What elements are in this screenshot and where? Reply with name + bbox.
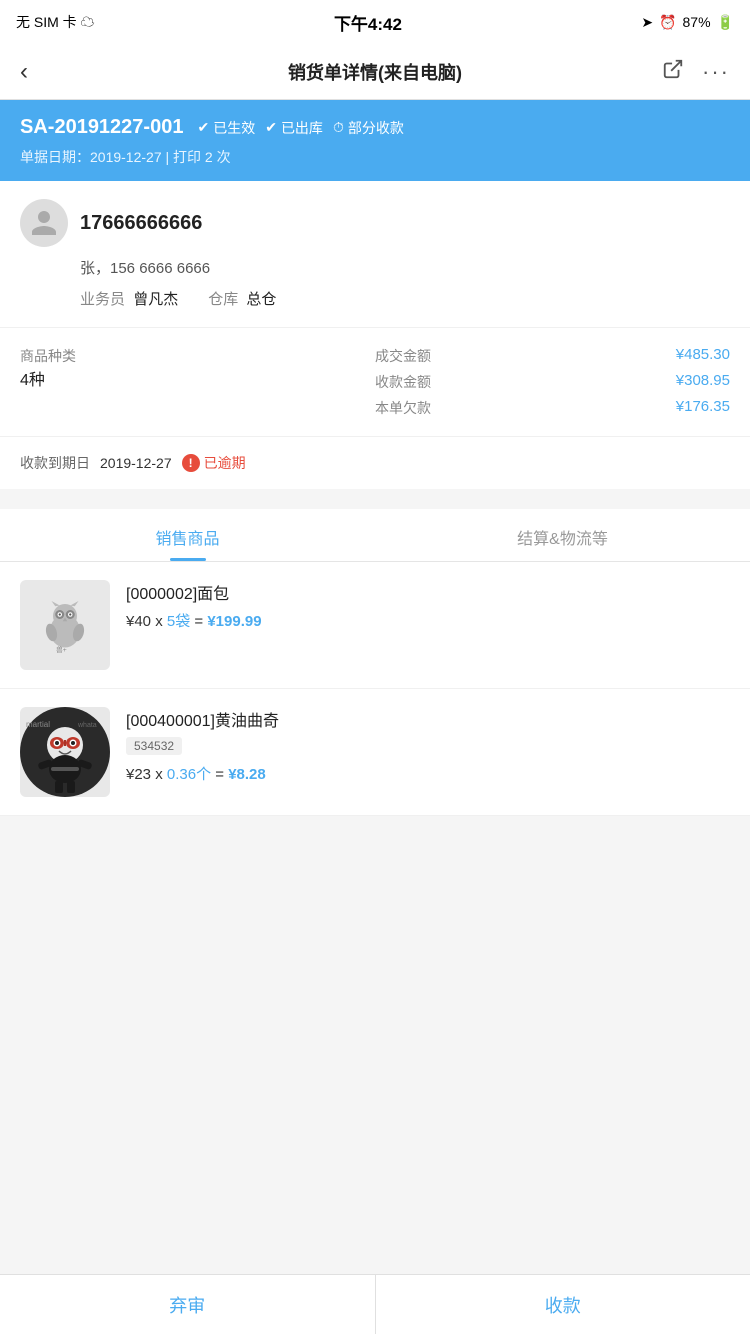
- bottom-bar: 弃审 收款: [0, 1274, 750, 1334]
- collect-payment-button[interactable]: 收款: [376, 1275, 750, 1334]
- check-icon-activated: ✔: [197, 119, 209, 136]
- order-banner: SA-20191227-001 ✔ 已生效 ✔ 已出库 ⏱ 部分收款 单据日期：…: [0, 100, 750, 181]
- product-total-1: ¥199.99: [207, 613, 261, 630]
- status-tag-partial: ⏱ 部分收款: [333, 118, 404, 138]
- product-types-value: 4种: [20, 366, 375, 390]
- check-icon-shipped: ✔: [265, 119, 277, 136]
- battery-level: 87%: [683, 14, 711, 30]
- avatar: [20, 199, 68, 247]
- customer-contact: 张，156 6666 6666: [20, 257, 730, 278]
- section-gap: [0, 499, 750, 509]
- sales-rep-value: 曾凡杰: [133, 291, 178, 308]
- abandon-review-label: 弃审: [169, 1292, 205, 1318]
- deal-amount-value: ¥485.30: [676, 346, 730, 366]
- product-info-1: [0000002]面包 ¥40 x 5袋 = ¥199.99: [126, 580, 730, 631]
- tab-products[interactable]: 销售商品: [0, 509, 375, 561]
- deal-amount-label: 成交金额: [375, 346, 431, 366]
- order-number: SA-20191227-001: [20, 116, 183, 139]
- status-right: ➤ ⏰ 87% 🔋: [641, 14, 734, 31]
- status-partial-label: 部分收款: [348, 118, 404, 138]
- tabs-container: 销售商品 结算&物流等: [0, 509, 750, 562]
- stats-row-received: 收款金额 ¥308.95: [375, 372, 730, 392]
- svg-text:whata: whata: [77, 722, 97, 729]
- order-banner-sub: 单据日期：2019-12-27 | 打印 2 次: [20, 147, 730, 167]
- back-button[interactable]: ‹: [20, 60, 28, 84]
- nav-actions: ···: [662, 58, 730, 86]
- stats-row-deal: 成交金额 ¥485.30: [375, 346, 730, 366]
- customer-name: 17666666666: [80, 212, 202, 235]
- due-date-value: 2019-12-27: [100, 455, 172, 471]
- product-thumb-1: 兽+: [20, 580, 110, 670]
- svg-text:兽+: 兽+: [56, 645, 67, 654]
- warehouse-field: 仓库 总仓: [208, 288, 276, 309]
- status-tag-shipped: ✔ 已出库: [265, 118, 323, 138]
- more-button[interactable]: ···: [702, 59, 730, 85]
- clock-icon-partial: ⏱: [333, 119, 344, 136]
- stats-row-owed: 本单欠款 ¥176.35: [375, 398, 730, 418]
- stats-section: 商品种类 4种 成交金额 ¥485.30 收款金额 ¥308.95 本单欠款 ¥…: [0, 328, 750, 436]
- product-item-2: martial whata [000400001]黄油曲奇 534532 ¥23…: [0, 689, 750, 816]
- received-amount-label: 收款金额: [375, 372, 431, 392]
- bottom-spacer: [0, 816, 750, 886]
- product-info-2: [000400001]黄油曲奇 534532 ¥23 x 0.36个 = ¥8.…: [126, 707, 730, 784]
- product-list: 兽+ [0000002]面包 ¥40 x 5袋 = ¥199.99: [0, 562, 750, 816]
- due-label: 收款到期日: [20, 453, 90, 473]
- stats-left: 商品种类 4种: [20, 346, 375, 390]
- order-banner-top: SA-20191227-001 ✔ 已生效 ✔ 已出库 ⏱ 部分收款: [20, 116, 730, 139]
- product-qty-1: 5袋: [167, 613, 190, 630]
- product-types-label: 商品种类: [20, 346, 375, 366]
- location-icon: ➤: [641, 14, 653, 31]
- owed-amount-value: ¥176.35: [676, 398, 730, 418]
- stats-right: 成交金额 ¥485.30 收款金额 ¥308.95 本单欠款 ¥176.35: [375, 346, 730, 418]
- status-tags: ✔ 已生效 ✔ 已出库 ⏱ 部分收款: [197, 118, 403, 138]
- product-name-2: [000400001]黄油曲奇: [126, 707, 730, 731]
- due-section: 收款到期日 2019-12-27 ! 已逾期: [0, 436, 750, 489]
- product-total-2: ¥8.28: [228, 766, 266, 783]
- nav-bar: ‹ 销货单详情(来自电脑) ···: [0, 44, 750, 100]
- svg-text:martial: martial: [26, 720, 50, 729]
- product-thumb-2: martial whata: [20, 707, 110, 797]
- product-price-2: ¥23 x 0.36个 = ¥8.28: [126, 763, 730, 784]
- status-activated-label: 已生效: [213, 118, 255, 138]
- tab-settlement[interactable]: 结算&物流等: [375, 509, 750, 561]
- warehouse-label: 仓库: [208, 291, 238, 308]
- status-tag-activated: ✔ 已生效: [197, 118, 255, 138]
- page-title: 销货单详情(来自电脑): [288, 59, 462, 85]
- product-sku-2: 534532: [126, 737, 182, 755]
- battery-icon: 🔋: [717, 14, 734, 31]
- share-button[interactable]: [662, 58, 684, 86]
- received-amount-value: ¥308.95: [676, 372, 730, 392]
- collect-payment-label: 收款: [545, 1292, 581, 1318]
- product-name-1: [0000002]面包: [126, 580, 730, 604]
- customer-section: 17666666666 张，156 6666 6666 业务员 曾凡杰 仓库 总…: [0, 181, 750, 327]
- abandon-review-button[interactable]: 弃审: [0, 1275, 376, 1334]
- status-time: 下午4:42: [334, 10, 402, 35]
- sales-rep-field: 业务员 曾凡杰: [80, 288, 178, 309]
- status-shipped-label: 已出库: [281, 118, 323, 138]
- owed-amount-label: 本单欠款: [375, 398, 431, 418]
- alarm-icon: ⏰: [659, 14, 676, 31]
- warehouse-value: 总仓: [246, 291, 276, 308]
- overdue-badge: ! 已逾期: [182, 453, 246, 473]
- customer-top: 17666666666: [20, 199, 730, 247]
- overdue-label: 已逾期: [204, 453, 246, 473]
- product-item: 兽+ [0000002]面包 ¥40 x 5袋 = ¥199.99: [0, 562, 750, 689]
- customer-meta: 业务员 曾凡杰 仓库 总仓: [20, 288, 730, 309]
- sales-rep-label: 业务员: [80, 291, 125, 308]
- product-qty-2: 0.36个: [167, 766, 211, 783]
- product-price-1: ¥40 x 5袋 = ¥199.99: [126, 610, 730, 631]
- status-bar: 无 SIM 卡 ☁ 下午4:42 ➤ ⏰ 87% 🔋: [0, 0, 750, 44]
- tab-settlement-label: 结算&物流等: [517, 531, 608, 548]
- overdue-icon: !: [182, 454, 200, 472]
- tab-products-label: 销售商品: [155, 531, 219, 548]
- status-left: 无 SIM 卡 ☁: [16, 12, 95, 32]
